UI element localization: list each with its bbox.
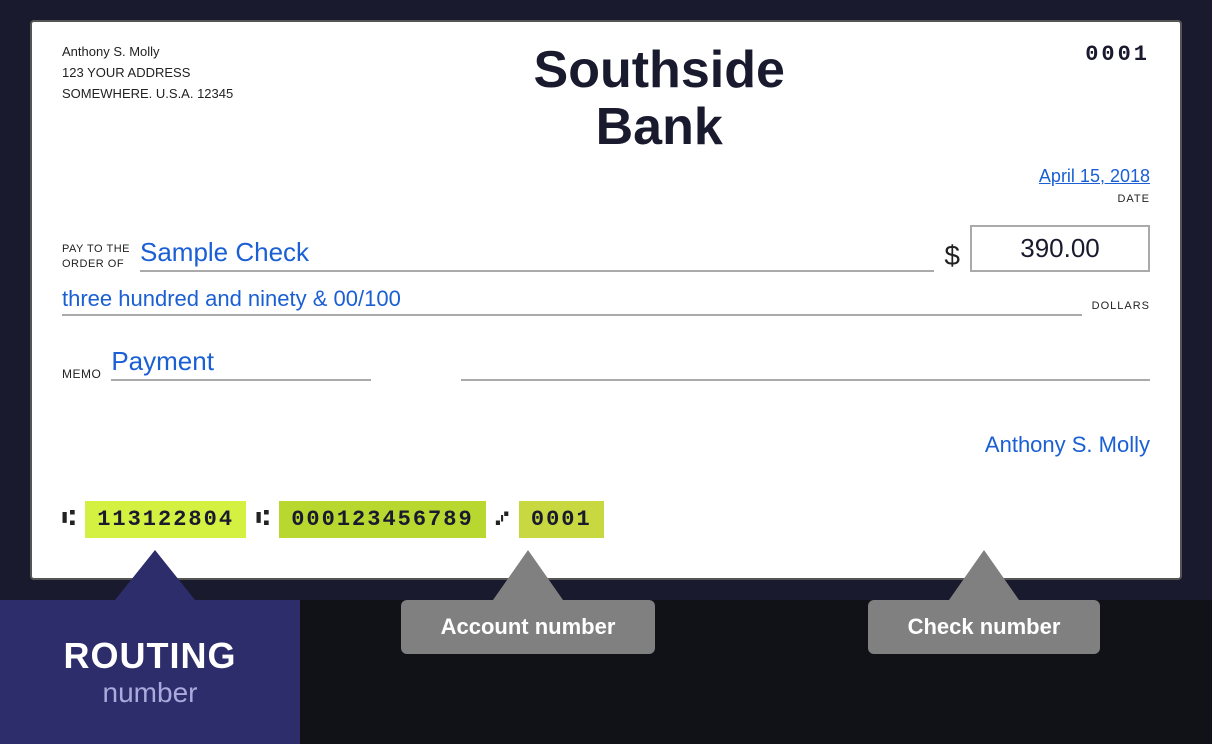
address-name: Anthony S. Molly — [62, 42, 233, 63]
amount-written-row: three hundred and ninety & 00/100 DOLLAR… — [62, 286, 1150, 316]
micr-account: 000123456789 — [279, 501, 485, 538]
routing-section: ROUTING number — [0, 600, 300, 744]
micr-open-symbol: ⑆ — [62, 507, 75, 532]
check-number-label: Check number — [868, 600, 1101, 654]
date-container: April 15, 2018 DATE — [1039, 166, 1150, 207]
check-number-section: Check number — [756, 600, 1212, 654]
routing-label-big: ROUTING — [64, 635, 237, 677]
dollar-sign: $ — [944, 240, 960, 272]
memo-row: MEMO Payment — [62, 346, 1150, 381]
micr-check-number: 0001 — [519, 501, 604, 538]
amount-written: three hundred and ninety & 00/100 — [62, 286, 1082, 316]
memo-label: MEMO — [62, 367, 101, 381]
check-arrow-icon — [949, 550, 1019, 600]
signature: Anthony S. Molly — [985, 432, 1150, 458]
micr-equals: ⑇ — [496, 507, 509, 532]
signature-line — [461, 379, 1150, 381]
account-arrow-icon — [493, 550, 563, 600]
address-line1: 123 YOUR ADDRESS — [62, 63, 233, 84]
bottom-section: ROUTING number Account number Check numb… — [0, 600, 1212, 744]
micr-separator1: ⑆ — [256, 507, 269, 532]
routing-label-small: number — [103, 677, 198, 709]
date-value: April 15, 2018 — [1039, 166, 1150, 187]
micr-row: ⑆ 113122804 ⑆ 000123456789 ⑇ 0001 — [62, 501, 1150, 538]
pay-to-value: Sample Check — [140, 237, 934, 272]
bank-name: Southside Bank — [253, 42, 1065, 156]
account-section: Account number — [300, 600, 756, 654]
pay-to-row: PAY TO THEORDER OF Sample Check $ 390.00 — [62, 225, 1150, 272]
date-label: DATE — [1117, 193, 1150, 205]
check: Anthony S. Molly 123 YOUR ADDRESS SOMEWH… — [30, 20, 1182, 580]
pay-to-label: PAY TO THEORDER OF — [62, 242, 130, 273]
check-number-top: 0001 — [1085, 42, 1150, 67]
micr-routing: 113122804 — [85, 501, 246, 538]
check-address: Anthony S. Molly 123 YOUR ADDRESS SOMEWH… — [62, 42, 233, 104]
amount-box: 390.00 — [970, 225, 1150, 272]
address-line2: SOMEWHERE. U.S.A. 12345 — [62, 84, 233, 105]
check-wrapper: Anthony S. Molly 123 YOUR ADDRESS SOMEWH… — [0, 0, 1212, 600]
dollars-label: DOLLARS — [1092, 300, 1150, 316]
account-label: Account number — [401, 600, 656, 654]
date-row: April 15, 2018 DATE — [62, 166, 1150, 207]
check-top-row: Anthony S. Molly 123 YOUR ADDRESS SOMEWH… — [62, 42, 1150, 156]
memo-value: Payment — [111, 346, 371, 381]
